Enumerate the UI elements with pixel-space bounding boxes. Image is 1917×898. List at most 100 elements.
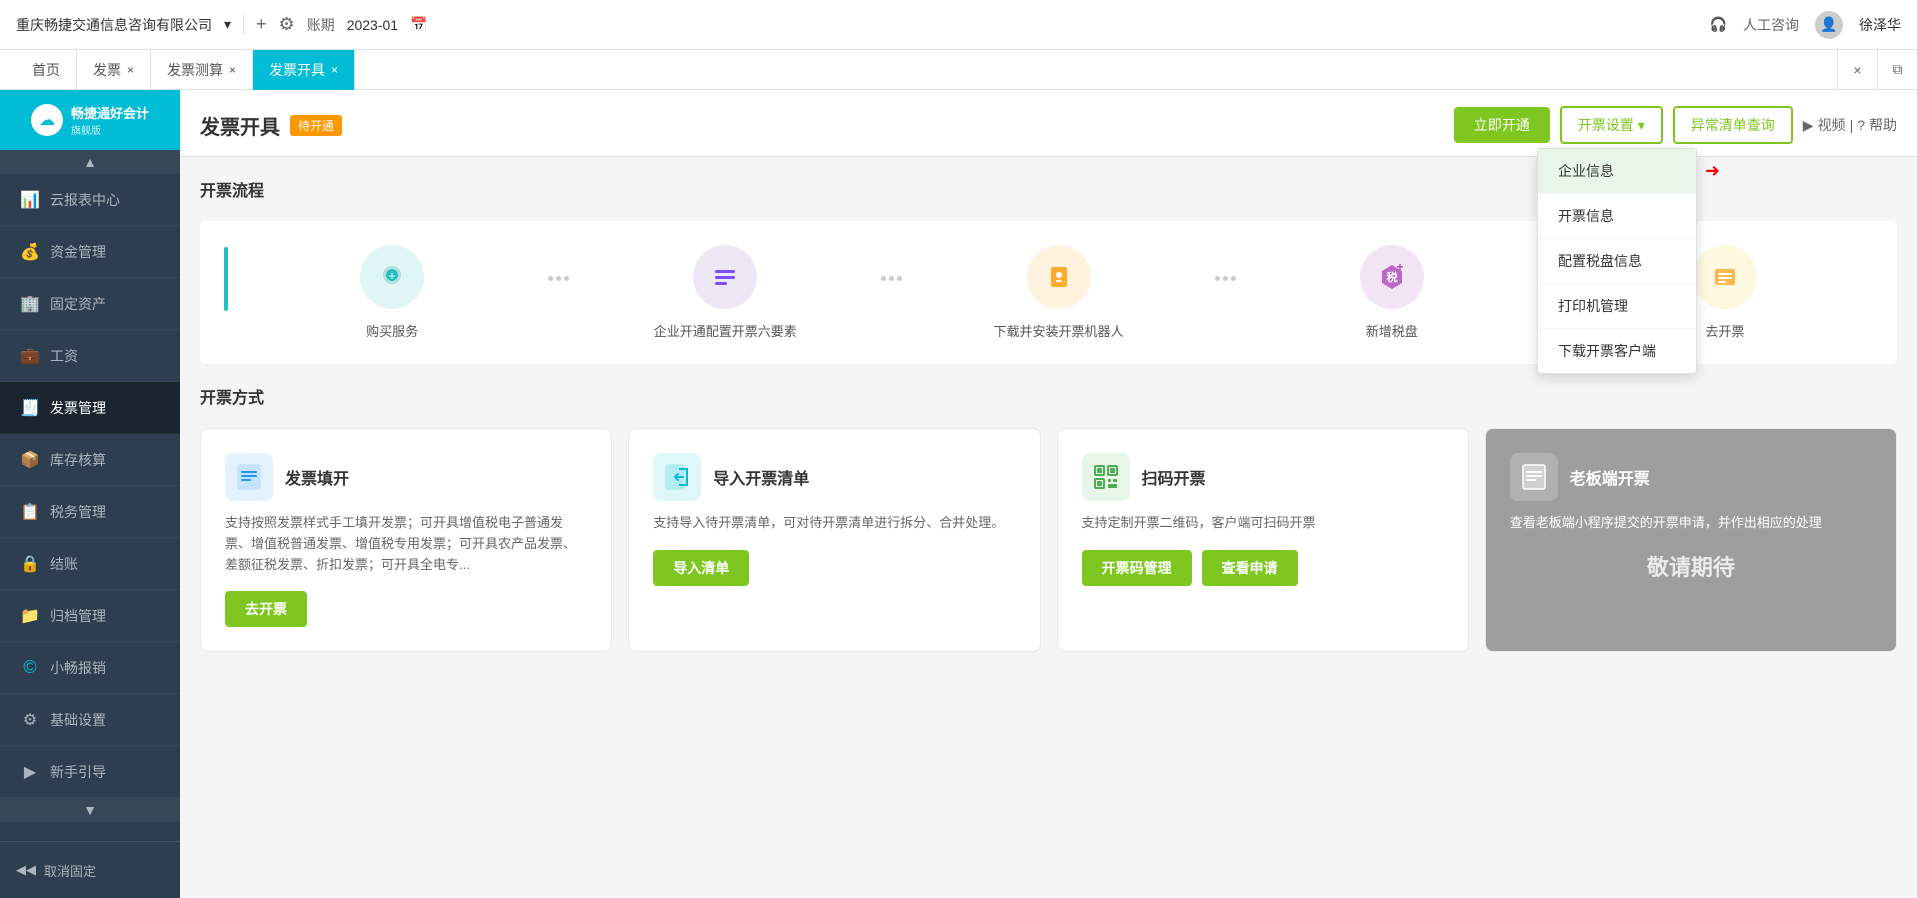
status-badge: 待开通	[290, 115, 342, 136]
user-avatar: 👤	[1815, 11, 1843, 39]
method-scan-buttons: 开票码管理 查看申请	[1082, 550, 1444, 586]
chevron-down-icon[interactable]: ▾	[224, 16, 231, 33]
tab-invoice-issue[interactable]: 发票开具 ×	[253, 50, 355, 90]
sidebar-item-yunbao[interactable]: 📊 云报表中心	[0, 174, 180, 226]
tab-invoice-issue-close[interactable]: ×	[331, 63, 338, 77]
svg-text:+: +	[1396, 261, 1403, 274]
method-import-title: 导入开票清单	[713, 465, 809, 489]
sidebar-item-jichushezhi[interactable]: ⚙ 基础设置	[0, 694, 180, 746]
support-label[interactable]: 人工咨询	[1743, 15, 1799, 35]
method-import-header: 导入开票清单	[653, 453, 1015, 501]
video-label: 视频	[1818, 115, 1846, 135]
method-scan-header: 扫码开票	[1082, 453, 1444, 501]
method-boss-title: 老板端开票	[1570, 465, 1650, 489]
sidebar-item-shuiwu-label: 税务管理	[50, 502, 106, 522]
method-fill-header: 发票填开	[225, 453, 587, 501]
fapiao-icon: 🧾	[20, 398, 40, 418]
gear-icon[interactable]: ⚙	[279, 14, 295, 35]
tab-home-label: 首页	[32, 60, 60, 80]
tab-home[interactable]: 首页	[16, 50, 77, 90]
flow-icon-2	[693, 245, 757, 309]
sidebar-item-zijin[interactable]: 💰 资金管理	[0, 226, 180, 278]
sidebar-item-xiaochang[interactable]: © 小畅报销	[0, 642, 180, 694]
flow-connector-2	[873, 276, 910, 309]
page-title: 发票开具	[200, 111, 280, 140]
tab-invoice-calc[interactable]: 发票测算 ×	[151, 50, 253, 90]
method-fill-button[interactable]: 去开票	[225, 591, 307, 627]
dropdown-dayinji-label: 打印机管理	[1558, 298, 1628, 314]
method-import-desc: 支持导入待开票清单，可对待开票清单进行拆分、合并处理。	[653, 513, 1015, 534]
tab-close-button[interactable]: ×	[1837, 50, 1877, 90]
flow-label-1: 购买服务	[366, 321, 418, 340]
sidebar-item-gudingzichan-label: 固定资产	[50, 294, 106, 314]
sidebar-bottom: ◀◀ 取消固定	[0, 841, 180, 898]
flow-label-3: 下载并安装开票机器人	[994, 321, 1124, 340]
flow-label-5: 去开票	[1705, 321, 1744, 340]
dropdown-item-peizhi[interactable]: 配置税盘信息	[1538, 239, 1696, 284]
sidebar-item-gudingzichan[interactable]: 🏢 固定资产	[0, 278, 180, 330]
sidebar-item-shuiwu[interactable]: 📋 税务管理	[0, 486, 180, 538]
dropdown-item-qiye[interactable]: 企业信息 ➜	[1538, 149, 1696, 194]
cancel-icon: ◀◀	[16, 862, 36, 878]
sidebar-item-guidang[interactable]: 📁 归档管理	[0, 590, 180, 642]
sidebar-item-xinshouyindao-label: 新手引导	[50, 762, 106, 782]
help-button[interactable]: ▶ 视频 | ? 帮助	[1803, 115, 1897, 135]
sidebar-item-fapiao[interactable]: 🧾 发票管理	[0, 382, 180, 434]
dropdown-item-dayinji[interactable]: 打印机管理	[1538, 284, 1696, 329]
pipe-divider: |	[1850, 117, 1854, 133]
activate-button[interactable]: 立即开通	[1454, 107, 1550, 143]
calendar-icon[interactable]: 📅	[410, 16, 427, 33]
flow-icon-5	[1693, 245, 1757, 309]
layout: ☁ 畅捷通好会计 旗舰版 ▲ 📊 云报表中心 💰 资金管理 🏢 固定资产 💼 工…	[0, 90, 1917, 898]
sidebar-item-xiaochang-label: 小畅报销	[50, 658, 106, 678]
settings-button[interactable]: 开票设置 ▾	[1560, 106, 1663, 144]
sidebar-item-jiezhang[interactable]: 🔒 结账	[0, 538, 180, 590]
red-arrow-icon: ➜	[1705, 161, 1720, 182]
method-fill-icon	[225, 453, 273, 501]
method-scan-icon	[1082, 453, 1130, 501]
company-name[interactable]: 重庆畅捷交通信息咨询有限公司	[16, 15, 212, 35]
sidebar-cancel-fixed[interactable]: ◀◀ 取消固定	[0, 850, 180, 890]
dropdown-item-xiazai[interactable]: 下载开票客户端	[1538, 329, 1696, 373]
method-scan-apply-button[interactable]: 查看申请	[1202, 550, 1298, 586]
method-scan-manage-button[interactable]: 开票码管理	[1082, 550, 1192, 586]
sidebar-item-zijin-label: 资金管理	[50, 242, 106, 262]
tab-restore-button[interactable]: ⧉	[1877, 50, 1917, 90]
method-boss-desc: 查看老板端小程序提交的开票申请，并作出相应的处理	[1510, 513, 1872, 534]
dropdown-item-kaipiao[interactable]: 开票信息	[1538, 194, 1696, 239]
sidebar-item-kucun[interactable]: 📦 库存核算	[0, 434, 180, 486]
method-fill-title: 发票填开	[285, 465, 349, 489]
tab-invoice-calc-close[interactable]: ×	[229, 63, 236, 77]
page-title-area: 发票开具 待开通	[200, 111, 342, 140]
flow-step-4: 税 + 新增税盘	[1244, 245, 1540, 340]
flow-left-bar	[224, 247, 228, 311]
sidebar-scroll-up[interactable]: ▲	[0, 150, 180, 174]
sidebar-item-xinshouyindao[interactable]: ▶ 新手引导	[0, 746, 180, 798]
method-boss-icon	[1510, 453, 1558, 501]
tab-invoice-close[interactable]: ×	[127, 63, 134, 77]
support-icon: 🎧	[1710, 16, 1727, 33]
gudingzichan-icon: 🏢	[20, 294, 40, 314]
dropdown-xiazai-label: 下载开票客户端	[1558, 343, 1656, 359]
dropdown-qiye-label: 企业信息	[1558, 163, 1614, 179]
tab-invoice[interactable]: 发票 ×	[77, 50, 151, 90]
page-header: 发票开具 待开通 立即开通 开票设置 ▾ 异常清单查询 ▶ 视频 | ?	[180, 90, 1917, 157]
abnormal-button[interactable]: 异常清单查询	[1673, 106, 1793, 144]
user-name[interactable]: 徐泽华	[1859, 15, 1901, 35]
tab-actions: × ⧉	[1837, 50, 1917, 90]
method-card-boss: 老板端开票 查看老板端小程序提交的开票申请，并作出相应的处理 敬请期待	[1485, 428, 1897, 652]
zijin-icon: 💰	[20, 242, 40, 262]
header-actions: 立即开通 开票设置 ▾ 异常清单查询 ▶ 视频 | ? 帮助	[1454, 106, 1897, 144]
top-bar-right: 🎧 人工咨询 👤 徐泽华	[1710, 11, 1901, 39]
method-card-import: 导入开票清单 支持导入待开票清单，可对待开票清单进行拆分、合并处理。 导入清单	[628, 428, 1040, 652]
plus-icon[interactable]: +	[256, 14, 267, 35]
sidebar-item-gongzi[interactable]: 💼 工资	[0, 330, 180, 382]
method-import-button[interactable]: 导入清单	[653, 550, 749, 586]
flow-connector-1	[540, 276, 577, 309]
method-boss-header: 老板端开票	[1510, 453, 1872, 501]
divider	[243, 15, 244, 35]
sidebar-scroll-down[interactable]: ▼	[0, 798, 180, 822]
main-content: 发票开具 待开通 立即开通 开票设置 ▾ 异常清单查询 ▶ 视频 | ?	[180, 90, 1917, 898]
video-icon: ▶	[1803, 117, 1814, 134]
sidebar-cancel-label: 取消固定	[44, 861, 96, 880]
